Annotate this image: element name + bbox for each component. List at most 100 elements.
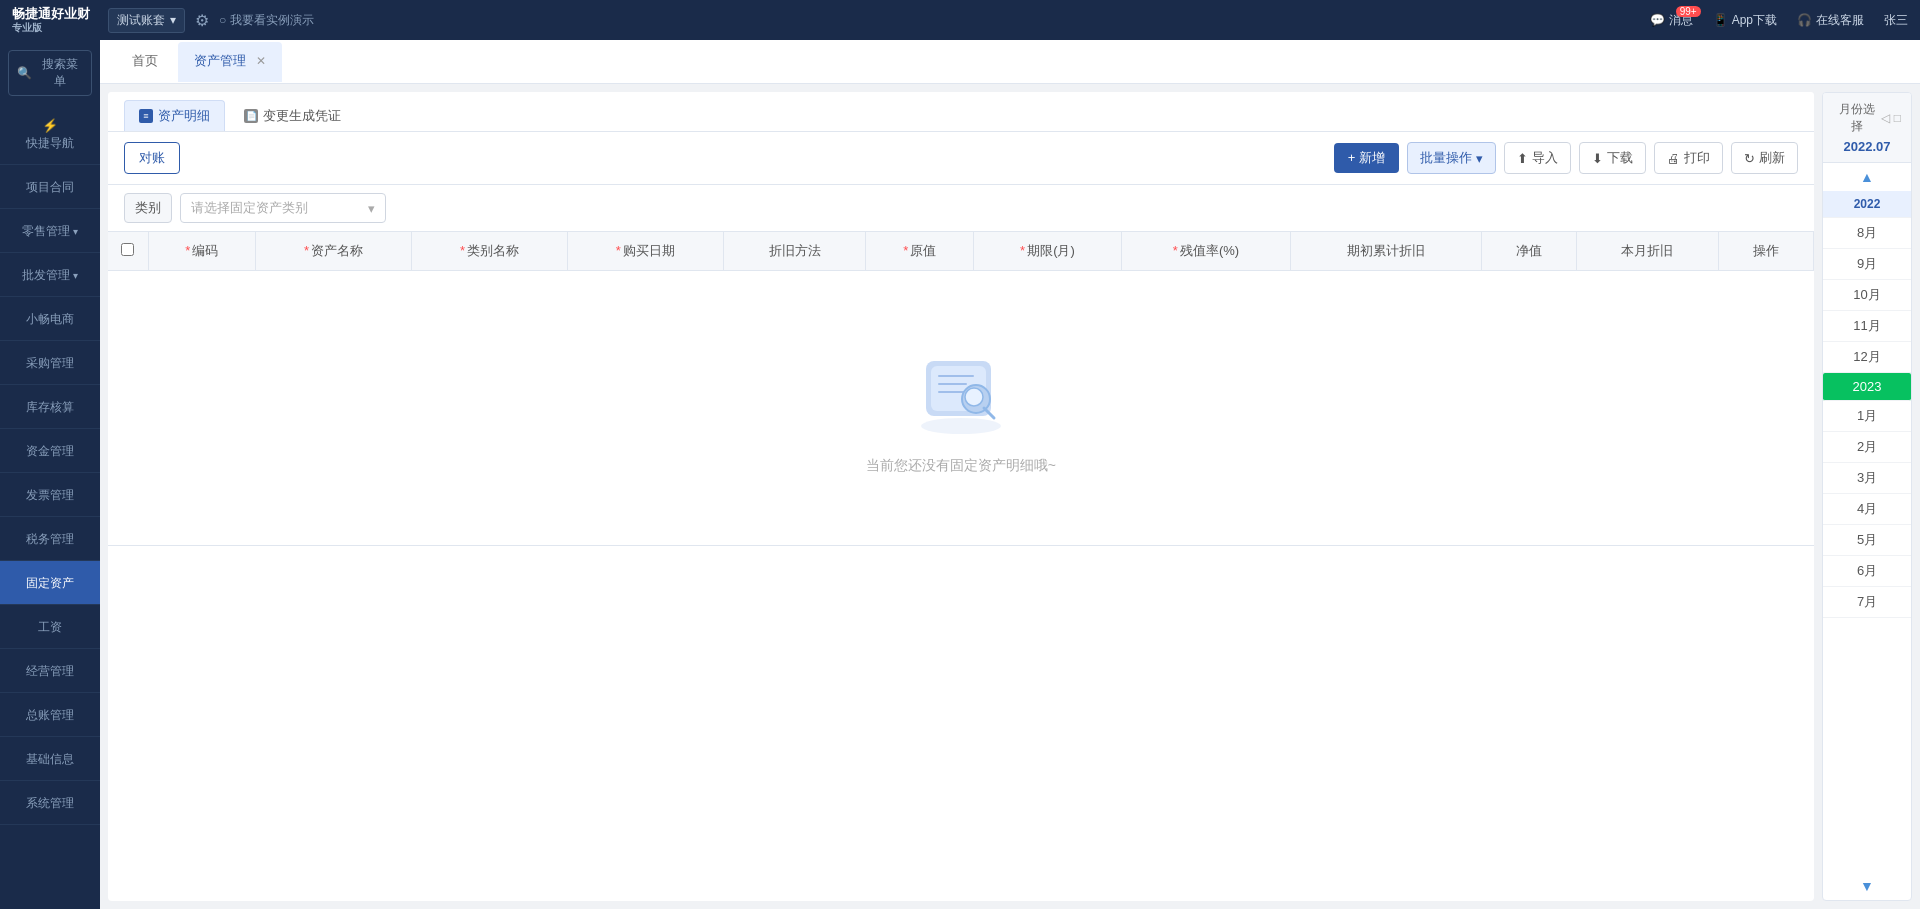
th-period: *期限(月) [974,232,1122,271]
sidebar-item-invoice[interactable]: 发票管理 [0,473,100,517]
refresh-button[interactable]: ↻ 刷新 [1731,142,1798,174]
month-12[interactable]: 12月 [1823,342,1911,373]
month-5[interactable]: 5月 [1823,525,1911,556]
sidebar-item-inventory[interactable]: 库存核算 [0,385,100,429]
tab-close-icon[interactable]: ✕ [256,54,266,68]
list-icon: ≡ [139,109,153,123]
sidebar-item-wholesale[interactable]: 批发管理 ▾ [0,253,100,297]
batch-dropdown-icon: ▾ [1476,151,1483,166]
sidebar-item-basic[interactable]: 基础信息 [0,737,100,781]
sidebar-item-project[interactable]: 项目合同 [0,165,100,209]
download-button[interactable]: ⬇ 下载 [1579,142,1646,174]
month-2[interactable]: 2月 [1823,432,1911,463]
sidebar-item-ledger[interactable]: 总账管理 [0,693,100,737]
sub-tab-bar: ≡ 资产明细 📄 变更生成凭证 [108,92,1814,132]
shortcut-icon: ⚡ [42,118,58,133]
month-11[interactable]: 11月 [1823,311,1911,342]
sidebar-item-shortcut[interactable]: ⚡ 快捷导航 [0,106,100,165]
month-6[interactable]: 6月 [1823,556,1911,587]
sidebar-item-retail[interactable]: 零售管理 ▾ [0,209,100,253]
demo-link[interactable]: ○ 我要看实例演示 [219,12,314,29]
toolbar-right: + 新增 批量操作 ▾ ⬆ 导入 ⬇ 下载 [1334,142,1798,174]
wholesale-arrow-icon: ▾ [73,270,78,281]
month-8[interactable]: 8月 [1823,218,1911,249]
main-layout: 🔍 搜索菜单 ⚡ 快捷导航 项目合同 零售管理 ▾ 批发管理 ▾ 小畅电商 [0,40,1920,909]
month-picker-header: 月份选择 ◁ □ 2022.07 [1823,93,1911,163]
sub-tab-voucher[interactable]: 📄 变更生成凭证 [229,100,356,131]
category-select[interactable]: 请选择固定资产类别 ▾ [180,193,386,223]
sidebar-item-business[interactable]: 经营管理 [0,649,100,693]
sub-tab-detail[interactable]: ≡ 资产明细 [124,100,225,131]
empty-illustration [901,341,1021,441]
print-icon: 🖨 [1667,151,1680,166]
app-download-btn[interactable]: 📱 App下载 [1713,12,1777,29]
sidebar-item-system[interactable]: 系统管理 [0,781,100,825]
top-bar: 畅捷通好业财 专业版 测试账套 ▾ ⚙ ○ 我要看实例演示 💬 消息 99+ 📱… [0,0,1920,40]
add-button[interactable]: + 新增 [1334,143,1399,173]
demo-icon: ○ [219,13,226,27]
month-nav-up-btn[interactable]: ▲ [1856,167,1878,187]
select-all-checkbox[interactable] [121,243,134,256]
headset-icon: 🎧 [1797,13,1812,27]
print-button[interactable]: 🖨 打印 [1654,142,1723,174]
month-10[interactable]: 10月 [1823,280,1911,311]
month-picker-panel: 月份选择 ◁ □ 2022.07 ▲ 2022 8月 9月 10月 [1822,92,1912,901]
app-download-icon: 📱 [1713,13,1728,27]
month-picker-expand-icon[interactable]: □ [1894,111,1901,125]
import-button[interactable]: ⬆ 导入 [1504,142,1571,174]
th-original-value: *原值 [866,232,974,271]
month-picker-collapse-icon[interactable]: ◁ [1881,111,1890,125]
user-info[interactable]: 张三 [1884,12,1908,29]
th-purchase-date: *购买日期 [567,232,723,271]
th-accumulated-depreciation: 期初累计折旧 [1291,232,1482,271]
th-operation: 操作 [1719,232,1814,271]
search-icon: 🔍 [17,66,32,80]
app-edition: 专业版 [12,22,90,34]
sidebar: 🔍 搜索菜单 ⚡ 快捷导航 项目合同 零售管理 ▾ 批发管理 ▾ 小畅电商 [0,40,100,909]
month-1[interactable]: 1月 [1823,401,1911,432]
search-menu-button[interactable]: 🔍 搜索菜单 [8,50,92,96]
sidebar-item-purchase[interactable]: 采购管理 [0,341,100,385]
category-label: 类别 [124,193,172,223]
category-placeholder: 请选择固定资产类别 [191,199,308,217]
sidebar-item-ecommerce[interactable]: 小畅电商 [0,297,100,341]
company-selector[interactable]: 测试账套 ▾ [108,8,185,33]
settings-icon[interactable]: ⚙ [195,11,209,30]
filter-bar: 类别 请选择固定资产类别 ▾ [108,185,1814,232]
messages-btn[interactable]: 💬 消息 99+ [1650,12,1693,29]
retail-arrow-icon: ▾ [73,226,78,237]
month-nav-down-btn[interactable]: ▼ [1856,876,1878,896]
header-right: 💬 消息 99+ 📱 App下载 🎧 在线客服 张三 [1650,12,1908,29]
reconcile-button[interactable]: 对账 [124,142,180,174]
th-residual-rate: *残值率(%) [1121,232,1290,271]
year-2022-label: 2022 [1823,191,1911,218]
month-3[interactable]: 3月 [1823,463,1911,494]
table-header-row: *编码 *资产名称 *类别名称 *购买日期 折旧方法 *原值 *期限(月) *残… [108,232,1814,271]
sidebar-item-tax[interactable]: 税务管理 [0,517,100,561]
sidebar-item-salary[interactable]: 工资 [0,605,100,649]
current-month-display: 2022.07 [1833,139,1901,154]
content-area: 首页 资产管理 ✕ ≡ 资产明细 📄 变更生成凭证 [100,40,1920,909]
month-nav-down: ▼ [1823,872,1911,900]
online-service-btn[interactable]: 🎧 在线客服 [1797,12,1864,29]
empty-state: 当前您还没有固定资产明细哦~ [120,281,1802,535]
month-9[interactable]: 9月 [1823,249,1911,280]
empty-message: 当前您还没有固定资产明细哦~ [866,457,1056,475]
download-icon: ⬇ [1592,151,1603,166]
sidebar-item-finance[interactable]: 资金管理 [0,429,100,473]
doc-icon: 📄 [244,109,258,123]
empty-state-cell: 当前您还没有固定资产明细哦~ [108,271,1814,546]
month-7[interactable]: 7月 [1823,587,1911,618]
month-4[interactable]: 4月 [1823,494,1911,525]
import-icon: ⬆ [1517,151,1528,166]
th-category: *类别名称 [411,232,567,271]
th-net-value: 净值 [1482,232,1577,271]
svg-point-7 [965,388,983,406]
sidebar-item-assets[interactable]: 固定资产 [0,561,100,605]
batch-button[interactable]: 批量操作 ▾ [1407,142,1496,174]
tab-home[interactable]: 首页 [116,42,174,82]
messages-badge: 99+ [1676,6,1701,17]
month-picker-title: 月份选择 [1833,101,1881,135]
tab-assets[interactable]: 资产管理 ✕ [178,42,282,82]
month-list: 2022 8月 9月 10月 11月 12月 2023 1月 2月 3月 4月 … [1823,191,1911,872]
